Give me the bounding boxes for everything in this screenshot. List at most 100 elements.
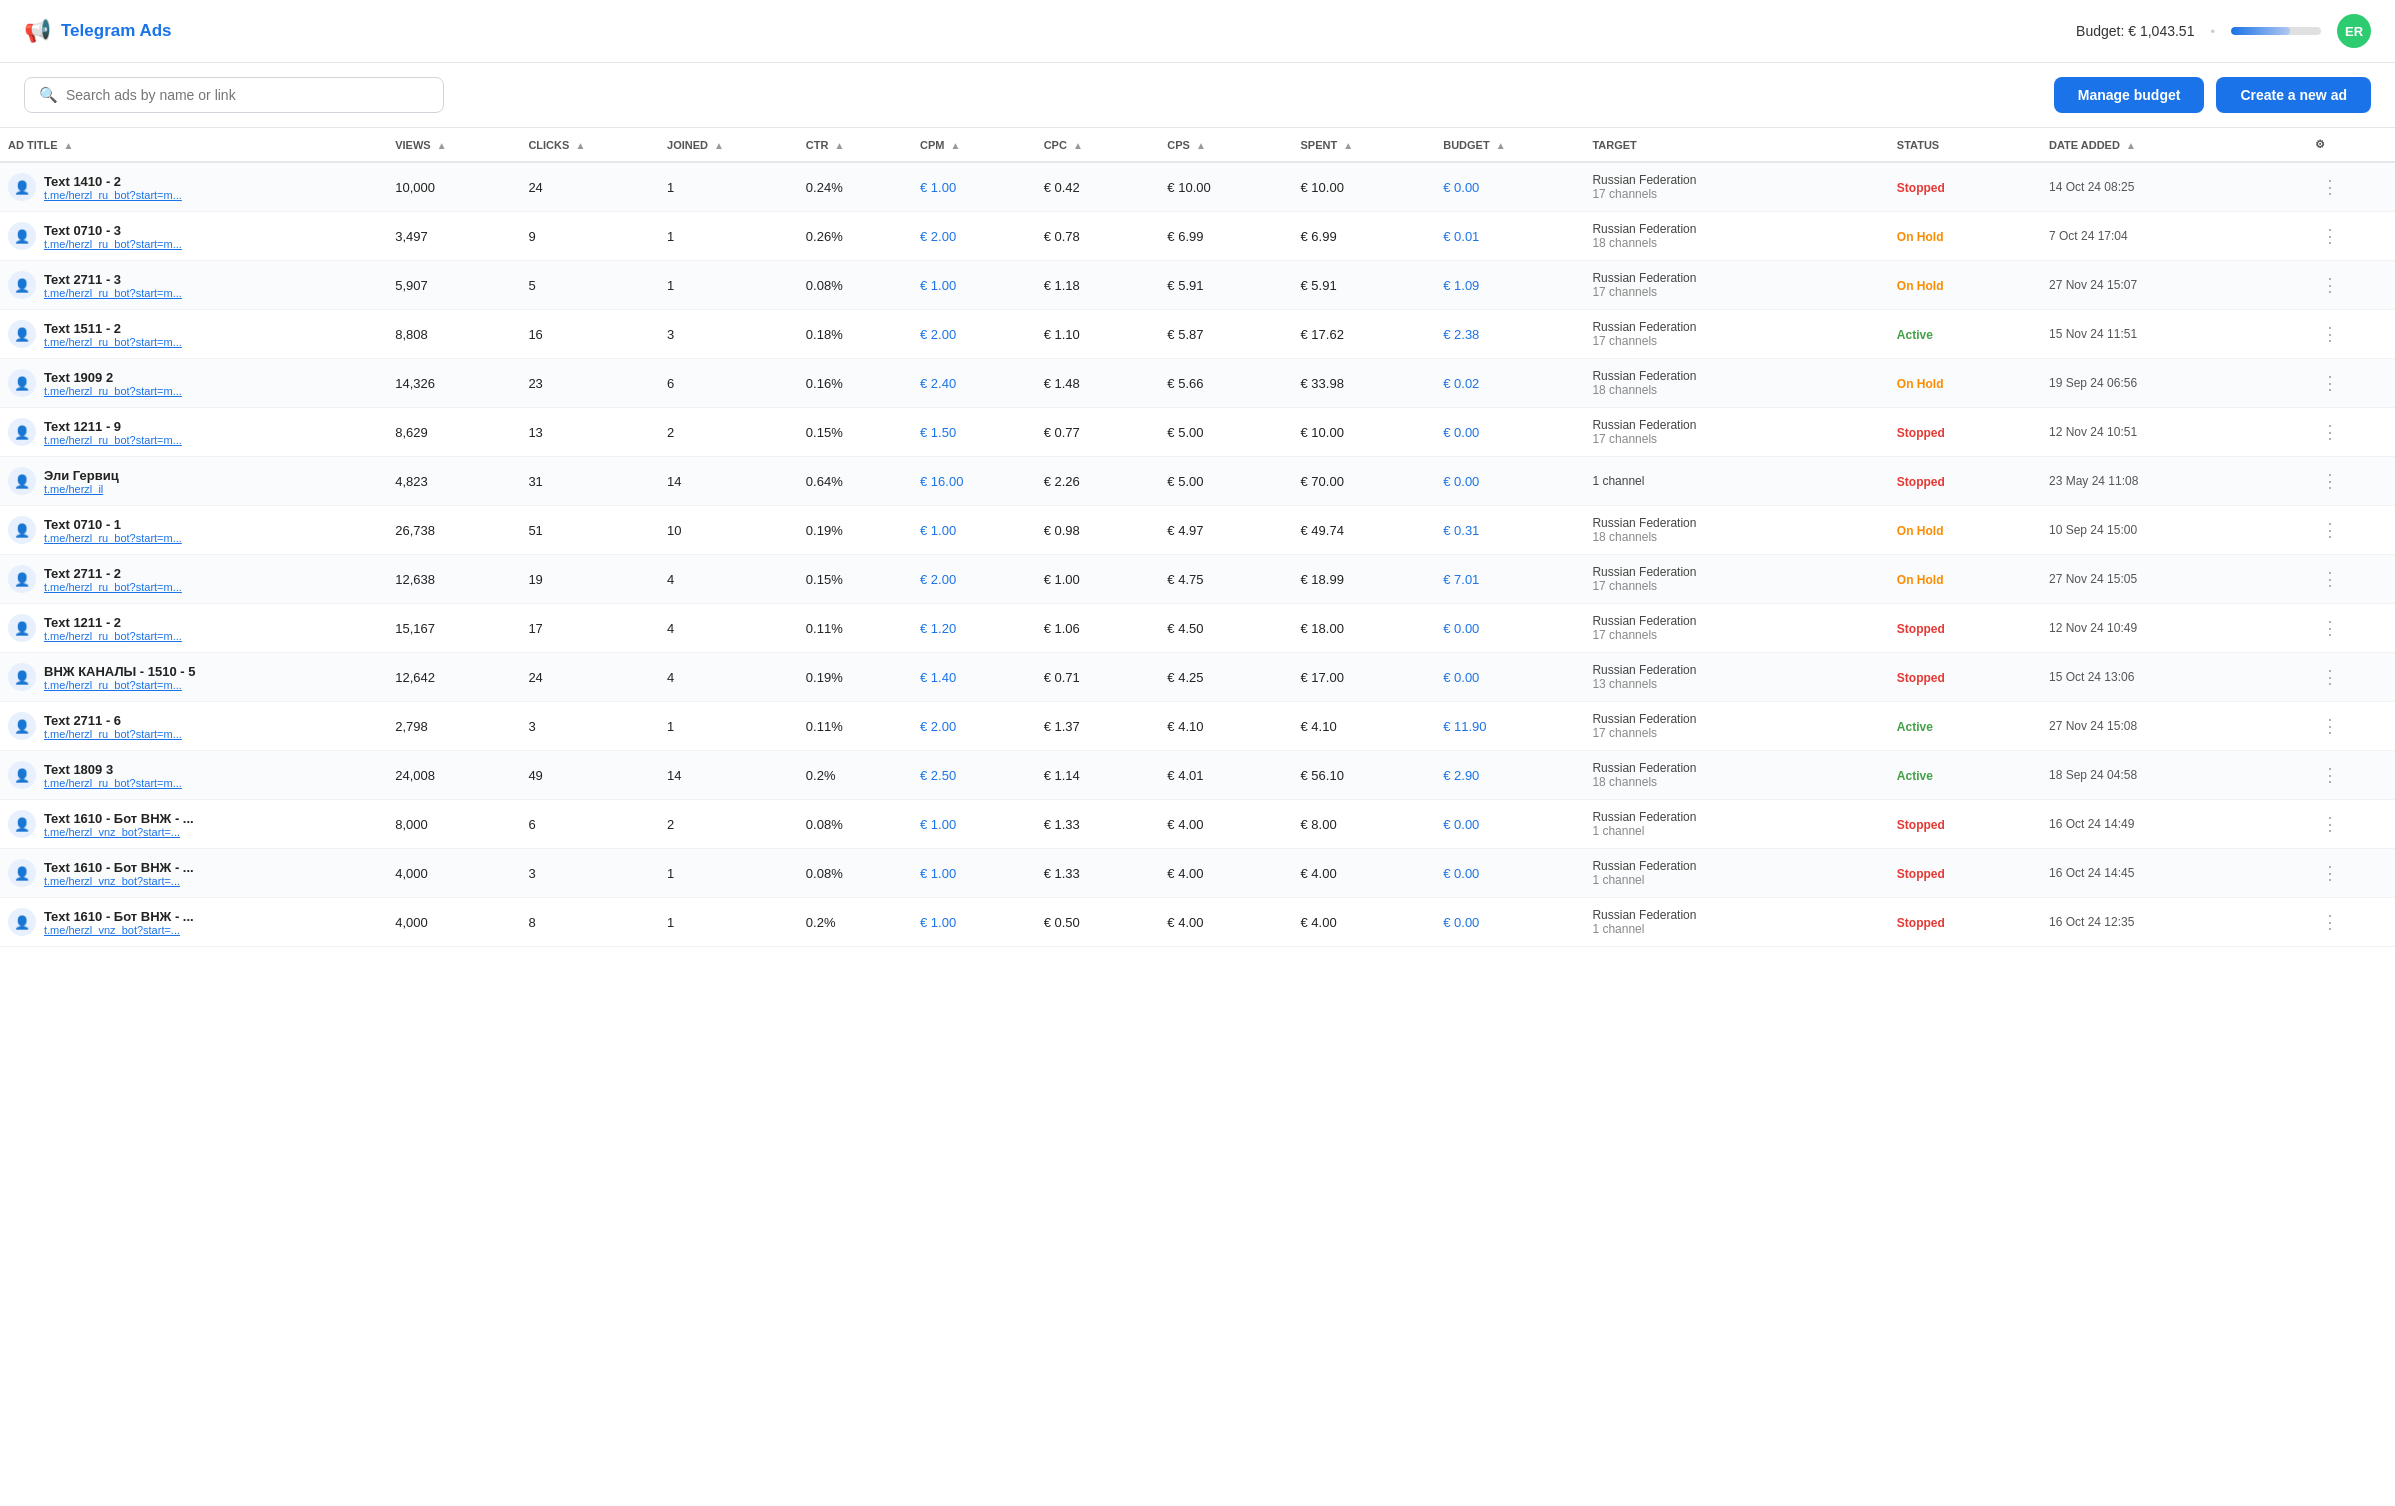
ctr-cell: 0.19%	[798, 506, 912, 555]
more-options-cell[interactable]: ⋮	[2307, 359, 2395, 408]
status-badge: On Hold	[1897, 230, 1944, 244]
logo[interactable]: 📢 Telegram Ads	[24, 18, 172, 44]
more-options-cell[interactable]: ⋮	[2307, 604, 2395, 653]
col-header-cpm[interactable]: CPM ▲	[912, 128, 1036, 162]
col-header-cpc[interactable]: CPC ▲	[1036, 128, 1160, 162]
clicks-cell: 24	[520, 653, 659, 702]
more-options-icon[interactable]: ⋮	[2315, 469, 2345, 493]
col-header-joined[interactable]: JOINED ▲	[659, 128, 798, 162]
spent-cell: € 4.10	[1293, 702, 1436, 751]
status-badge: Stopped	[1897, 867, 1945, 881]
ad-icon: 👤	[8, 614, 36, 642]
col-header-clicks[interactable]: CLICKS ▲	[520, 128, 659, 162]
col-header-budget[interactable]: BUDGET ▲	[1435, 128, 1584, 162]
more-options-cell[interactable]: ⋮	[2307, 506, 2395, 555]
views-cell: 2,798	[387, 702, 520, 751]
more-options-cell[interactable]: ⋮	[2307, 162, 2395, 212]
more-options-cell[interactable]: ⋮	[2307, 555, 2395, 604]
col-header-ctr[interactable]: CTR ▲	[798, 128, 912, 162]
more-options-cell[interactable]: ⋮	[2307, 457, 2395, 506]
more-options-cell[interactable]: ⋮	[2307, 849, 2395, 898]
ad-link[interactable]: t.me/herzl_ru_bot?start=m...	[44, 189, 182, 201]
ctr-cell: 0.11%	[798, 604, 912, 653]
manage-budget-button[interactable]: Manage budget	[2054, 77, 2205, 113]
more-options-cell[interactable]: ⋮	[2307, 702, 2395, 751]
more-options-icon[interactable]: ⋮	[2315, 665, 2345, 689]
ad-name: Text 1610 - Бот ВНЖ - ...	[44, 909, 194, 924]
ad-link[interactable]: t.me/herzl_ru_bot?start=m...	[44, 238, 182, 250]
col-header-cps[interactable]: CPS ▲	[1159, 128, 1292, 162]
settings-gear-icon[interactable]: ⚙	[2315, 138, 2325, 150]
spent-cell: € 33.98	[1293, 359, 1436, 408]
search-input[interactable]	[66, 87, 429, 103]
cps-cell: € 5.00	[1159, 408, 1292, 457]
more-options-icon[interactable]: ⋮	[2315, 371, 2345, 395]
ad-link[interactable]: t.me/herzl_ru_bot?start=m...	[44, 532, 182, 544]
ad-link[interactable]: t.me/herzl_ru_bot?start=m...	[44, 630, 182, 642]
more-options-icon[interactable]: ⋮	[2315, 616, 2345, 640]
date-cell: 27 Nov 24 15:08	[2041, 702, 2307, 751]
more-options-icon[interactable]: ⋮	[2315, 518, 2345, 542]
budget-progress-fill	[2231, 27, 2290, 35]
ad-title-cell: 👤 ВНЖ КАНАЛЫ - 1510 - 5 t.me/herzl_ru_bo…	[0, 653, 387, 702]
more-options-cell[interactable]: ⋮	[2307, 751, 2395, 800]
col-header-gear[interactable]: ⚙	[2307, 128, 2395, 162]
more-options-icon[interactable]: ⋮	[2315, 812, 2345, 836]
budget-cell: € 11.90	[1435, 702, 1584, 751]
more-options-icon[interactable]: ⋮	[2315, 861, 2345, 885]
ad-link[interactable]: t.me/herzl_ru_bot?start=m...	[44, 777, 182, 789]
ad-name: Text 1809 3	[44, 762, 182, 777]
cpc-cell: € 1.33	[1036, 800, 1160, 849]
ad-link[interactable]: t.me/herzl_ru_bot?start=m...	[44, 434, 182, 446]
budget-bar	[2231, 27, 2321, 35]
col-header-spent[interactable]: SPENT ▲	[1293, 128, 1436, 162]
more-options-icon[interactable]: ⋮	[2315, 910, 2345, 934]
date-cell: 16 Oct 24 14:49	[2041, 800, 2307, 849]
cpc-cell: € 1.10	[1036, 310, 1160, 359]
more-options-icon[interactable]: ⋮	[2315, 567, 2345, 591]
ad-link[interactable]: t.me/herzl_ru_bot?start=m...	[44, 385, 182, 397]
status-badge: Stopped	[1897, 426, 1945, 440]
sort-icon-date: ▲	[2126, 140, 2136, 151]
more-options-cell[interactable]: ⋮	[2307, 261, 2395, 310]
cpc-cell: € 1.18	[1036, 261, 1160, 310]
ad-link[interactable]: t.me/herzl_ru_bot?start=m...	[44, 728, 182, 740]
ad-link[interactable]: t.me/herzl_ru_bot?start=m...	[44, 336, 182, 348]
ad-title-cell: 👤 Text 1610 - Бот ВНЖ - ... t.me/herzl_v…	[0, 849, 387, 898]
col-header-date[interactable]: DATE ADDED ▲	[2041, 128, 2307, 162]
more-options-icon[interactable]: ⋮	[2315, 273, 2345, 297]
ad-link[interactable]: t.me/herzl_vnz_bot?start=...	[44, 924, 194, 936]
cpc-cell: € 1.33	[1036, 849, 1160, 898]
status-badge: Stopped	[1897, 622, 1945, 636]
target-cell: Russian Federation1 channel	[1584, 800, 1888, 849]
ad-link[interactable]: t.me/herzl_vnz_bot?start=...	[44, 826, 194, 838]
more-options-cell[interactable]: ⋮	[2307, 898, 2395, 947]
more-options-cell[interactable]: ⋮	[2307, 408, 2395, 457]
more-options-cell[interactable]: ⋮	[2307, 653, 2395, 702]
ad-link[interactable]: t.me/herzl_ru_bot?start=m...	[44, 679, 196, 691]
more-options-icon[interactable]: ⋮	[2315, 175, 2345, 199]
avatar[interactable]: ER	[2337, 14, 2371, 48]
more-options-icon[interactable]: ⋮	[2315, 420, 2345, 444]
ad-link[interactable]: t.me/herzl_ru_bot?start=m...	[44, 287, 182, 299]
views-cell: 8,629	[387, 408, 520, 457]
ad-link[interactable]: t.me/herzl_vnz_bot?start=...	[44, 875, 194, 887]
more-options-cell[interactable]: ⋮	[2307, 800, 2395, 849]
more-options-icon[interactable]: ⋮	[2315, 322, 2345, 346]
ad-link[interactable]: t.me/herzl_ru_bot?start=m...	[44, 581, 182, 593]
create-ad-button[interactable]: Create a new ad	[2216, 77, 2371, 113]
status-badge: Active	[1897, 769, 1933, 783]
more-options-cell[interactable]: ⋮	[2307, 212, 2395, 261]
more-options-icon[interactable]: ⋮	[2315, 714, 2345, 738]
more-options-icon[interactable]: ⋮	[2315, 224, 2345, 248]
more-options-icon[interactable]: ⋮	[2315, 763, 2345, 787]
col-header-views[interactable]: VIEWS ▲	[387, 128, 520, 162]
col-header-title[interactable]: AD TITLE ▲	[0, 128, 387, 162]
clicks-cell: 24	[520, 162, 659, 212]
spent-cell: € 18.00	[1293, 604, 1436, 653]
search-wrap[interactable]: 🔍	[24, 77, 444, 113]
more-options-cell[interactable]: ⋮	[2307, 310, 2395, 359]
ad-link[interactable]: t.me/herzl_il	[44, 483, 119, 495]
status-badge: On Hold	[1897, 279, 1944, 293]
cps-cell: € 4.75	[1159, 555, 1292, 604]
